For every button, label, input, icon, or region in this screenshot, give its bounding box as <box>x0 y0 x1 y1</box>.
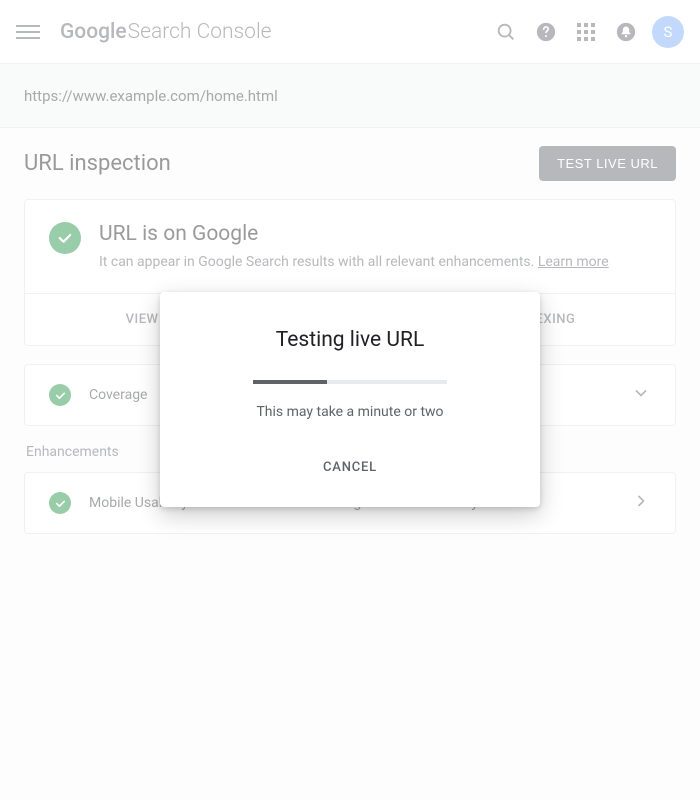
modal-overlay: Testing live URL This may take a minute … <box>0 0 700 800</box>
dialog-subtitle: This may take a minute or two <box>192 404 508 420</box>
testing-dialog: Testing live URL This may take a minute … <box>160 292 540 507</box>
cancel-button[interactable]: Cancel <box>311 452 389 483</box>
progress-bar <box>253 380 447 384</box>
dialog-title: Testing live URL <box>192 328 508 352</box>
